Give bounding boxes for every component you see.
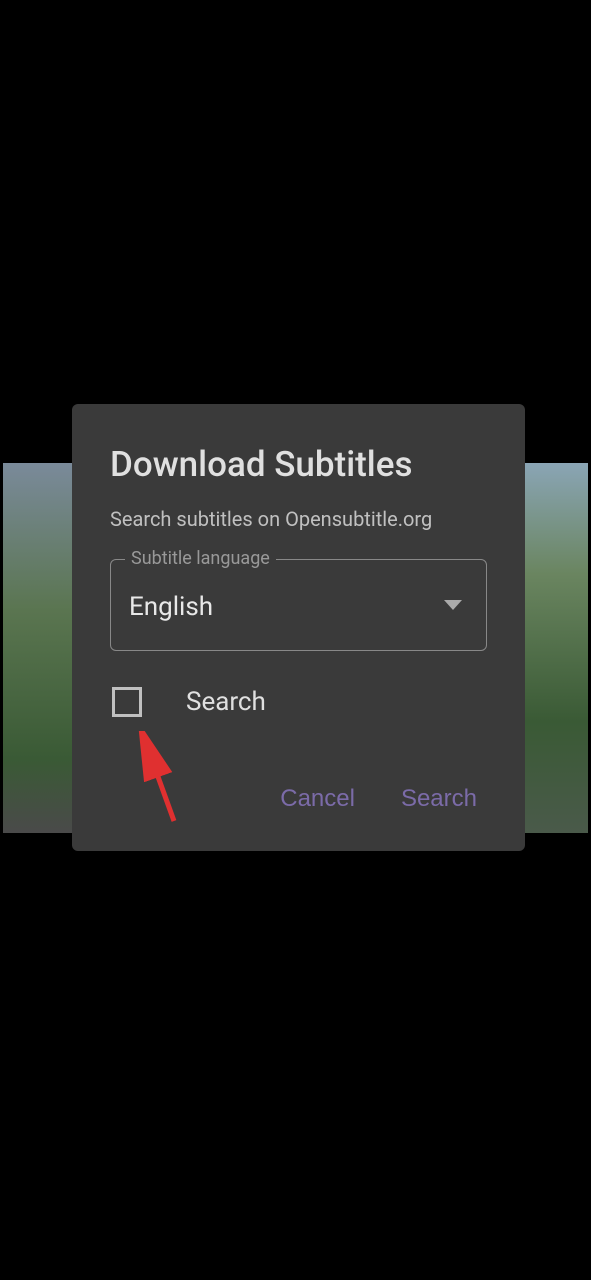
search-checkbox-label: Search <box>186 687 266 717</box>
subtitle-language-select[interactable]: Subtitle language English <box>110 559 487 651</box>
dialog-button-row: Cancel Search <box>110 777 487 821</box>
search-checkbox[interactable] <box>112 687 142 717</box>
search-checkbox-row: Search <box>110 687 487 717</box>
video-background-right <box>518 463 588 833</box>
video-background-left <box>3 463 73 833</box>
dialog-subtitle: Search subtitles on Opensubtitle.org <box>110 507 487 531</box>
select-value: English <box>129 592 213 622</box>
download-subtitles-dialog: Download Subtitles Search subtitles on O… <box>72 404 525 851</box>
cancel-button[interactable]: Cancel <box>276 777 359 821</box>
chevron-down-icon <box>444 600 462 610</box>
search-button[interactable]: Search <box>397 777 481 821</box>
select-label: Subtitle language <box>125 548 276 569</box>
dialog-title: Download Subtitles <box>110 444 487 485</box>
